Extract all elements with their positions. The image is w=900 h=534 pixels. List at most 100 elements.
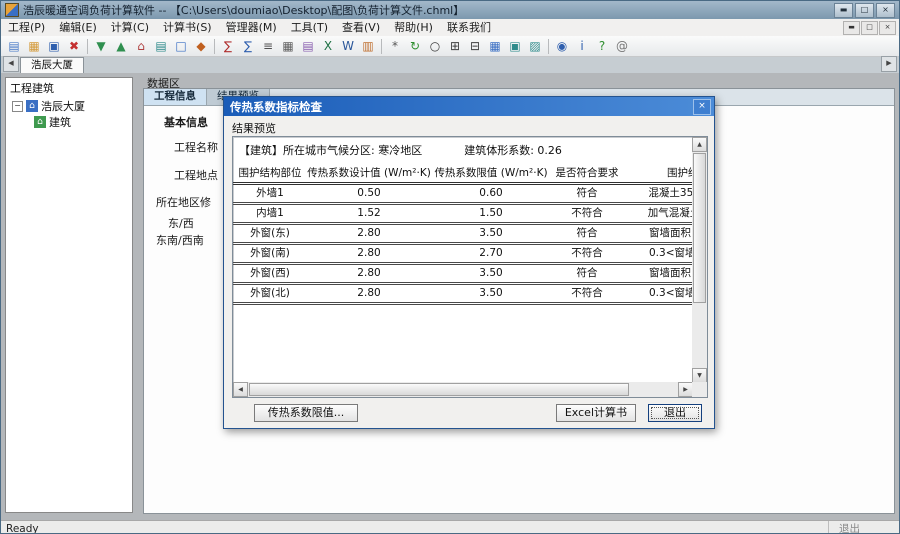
scroll-down-icon[interactable]: ▼ [692,368,707,383]
form-label-project-name: 工程名称 [174,139,218,155]
building-icon[interactable]: ⌂ [131,37,151,56]
table-row[interactable]: 外窗(北) 2.80 3.50 不符合 0.3<窗墙面积比 [233,285,693,305]
doc-tab-active[interactable]: 浩辰大厦 [20,57,84,73]
floor-icon[interactable]: ▤ [151,37,171,56]
form-label-se-sw: 东南/西南 [156,232,204,248]
zoom-in-icon[interactable]: ⊞ [445,37,465,56]
cell: 2.70 [431,245,551,262]
delete-icon[interactable]: ✖ [64,37,84,56]
search-icon[interactable]: ○ [425,37,445,56]
chart-icon[interactable]: ▥ [358,37,378,56]
tree-node-building[interactable]: ⌂ 建筑 [6,114,132,130]
cell: 2.80 [307,245,431,262]
zone-icon[interactable]: ◆ [191,37,211,56]
dialog-close-button[interactable]: × [693,99,711,115]
cell: 外窗(东) [233,225,307,242]
view-mode-icon[interactable]: ◉ [552,37,572,56]
exit-button[interactable]: 退出 [648,404,702,422]
menu-calculate[interactable]: 计算(C) [104,19,156,36]
cell: 符合 [551,265,623,282]
export-data-icon[interactable]: ▲ [111,37,131,56]
minimize-button[interactable]: ▬ [834,3,853,18]
toolbar: ▤▦▣✖▼▲⌂▤□◆∑∑≡▦▤XW▥*↻○⊞⊟▦▣▨◉i?@ [1,36,899,57]
scroll-left-icon[interactable]: ◀ [233,382,248,397]
table-row[interactable]: 外窗(西) 2.80 3.50 符合 窗墙面积比≤0.2 [233,265,693,285]
mdi-restore-button[interactable]: □ [861,21,878,35]
tab-scroll-right[interactable]: ▶ [881,56,897,72]
excel-report-button[interactable]: Excel计算书 [556,404,636,422]
table-row[interactable]: 内墙1 1.52 1.50 不符合 加气混凝土板(00 [233,205,693,225]
menu-project[interactable]: 工程(P) [1,19,52,36]
mdi-minimize-button[interactable]: ▬ [843,21,860,35]
calc-settings-icon[interactable]: ≡ [258,37,278,56]
settings-icon[interactable]: * [385,37,405,56]
cell: 不符合 [551,205,623,222]
table-row[interactable]: 外窗(南) 2.80 2.70 不符合 0.3<窗墙面积比 [233,245,693,265]
scroll-up-icon[interactable]: ▲ [692,137,707,152]
result-list-content: 【建筑】所在城市气候分区: 寒冷地区建筑体形系数: 0.26 围护结构部位 传热… [233,137,693,383]
menu-view[interactable]: 查看(V) [335,19,387,36]
window-title: 浩辰暖通空调负荷计算软件 -- 【C:\Users\doumiao\Deskto… [23,2,834,18]
vertical-scrollbar[interactable]: ▲ ▼ [692,137,707,383]
import-data-icon[interactable]: ▼ [91,37,111,56]
menu-contact[interactable]: 联系我们 [440,19,498,36]
scroll-right-icon[interactable]: ▶ [678,382,693,397]
heat-transfer-limits-button[interactable]: 传热系数限值... [254,404,358,422]
structure-node-icon: ⌂ [34,116,46,128]
tree-node-project[interactable]: − ⌂ 浩辰大厦 [6,98,132,114]
menu-tools[interactable]: 工具(T) [284,19,335,36]
save-icon[interactable]: ▣ [44,37,64,56]
cell: 0.3<窗墙面积比 [623,285,693,302]
menu-help[interactable]: 帮助(H) [387,19,440,36]
result-table: 围护结构部位 传热系数设计值 (W/m²·K) 传热系数限值 (W/m²·K) … [233,165,693,305]
cell: 外窗(北) [233,285,307,302]
horizontal-scroll-thumb[interactable] [249,383,629,396]
col-header-part: 围护结构部位 [233,165,307,182]
vertical-scroll-thumb[interactable] [693,153,706,303]
menu-edit[interactable]: 编辑(E) [52,19,104,36]
tree-expander-icon[interactable]: − [12,101,23,112]
close-button[interactable]: × [876,3,895,18]
tab-scroll-left[interactable]: ◀ [3,56,19,72]
maximize-button[interactable]: □ [855,3,874,18]
room-icon[interactable]: □ [171,37,191,56]
result-listbox: 【建筑】所在城市气候分区: 寒冷地区建筑体形系数: 0.26 围护结构部位 传热… [232,136,708,398]
new-doc-icon[interactable]: ▤ [4,37,24,56]
window-controls: ▬ □ × [834,3,895,18]
tile-windows-icon[interactable]: ▣ [505,37,525,56]
toolbar-separator [87,39,88,54]
table-row[interactable]: 外窗(东) 2.80 3.50 符合 窗墙面积比≤0.2 [233,225,693,245]
heat-load-icon[interactable]: ∑ [218,37,238,56]
col-header-struct: 围护结构 [623,165,693,182]
menubar: 工程(P) 编辑(E) 计算(C) 计算书(S) 管理器(M) 工具(T) 查看… [1,19,899,37]
form-label-east-west: 东/西 [168,215,194,231]
statusbar: Ready 退出 [1,520,899,534]
cell: 外窗(南) [233,245,307,262]
cascade-windows-icon[interactable]: ▨ [525,37,545,56]
contact-icon[interactable]: @ [612,37,632,56]
mdi-close-button[interactable]: × [879,21,896,35]
cell: 符合 [551,185,623,202]
refresh-icon[interactable]: ↻ [405,37,425,56]
help-icon[interactable]: ? [592,37,612,56]
tab-project-info[interactable]: 工程信息 [144,89,207,105]
zoom-out-icon[interactable]: ⊟ [465,37,485,56]
cell: 1.52 [307,205,431,222]
grid-view-icon[interactable]: ▦ [485,37,505,56]
cell: 外墙1 [233,185,307,202]
excel-report-icon[interactable]: X [318,37,338,56]
info-icon[interactable]: i [572,37,592,56]
table-row[interactable]: 外墙1 0.50 0.60 符合 混凝土35-240-4 [233,185,693,205]
doc-tabstrip: ◀ 浩辰大厦 ▶ [1,57,899,73]
word-report-icon[interactable]: W [338,37,358,56]
open-folder-icon[interactable]: ▦ [24,37,44,56]
result-table-icon[interactable]: ▦ [278,37,298,56]
cell: 窗墙面积比≤0.2 [623,265,693,282]
cell: 2.80 [307,285,431,302]
menu-manager[interactable]: 管理器(M) [219,19,284,36]
menu-report[interactable]: 计算书(S) [156,19,219,36]
horizontal-scrollbar[interactable]: ◀ ▶ [233,382,693,397]
heat-transfer-check-dialog: 传热系数指标检查 × 结果预览 【建筑】所在城市气候分区: 寒冷地区建筑体形系数… [223,96,715,429]
report-icon[interactable]: ▤ [298,37,318,56]
cool-load-icon[interactable]: ∑ [238,37,258,56]
